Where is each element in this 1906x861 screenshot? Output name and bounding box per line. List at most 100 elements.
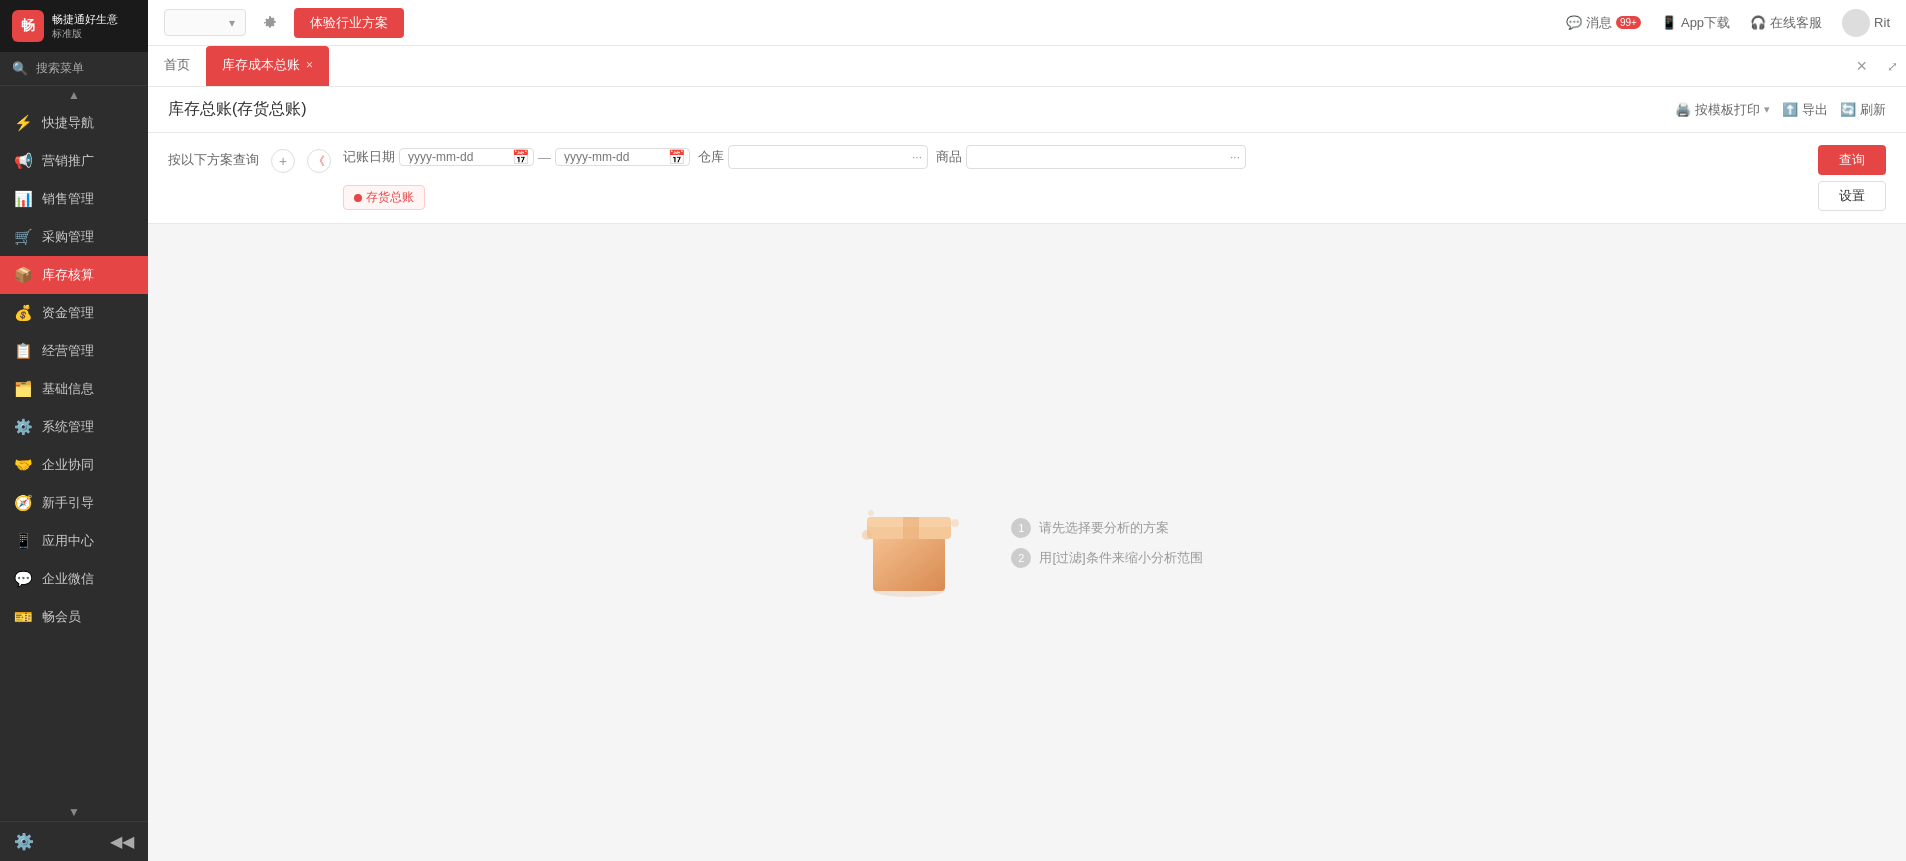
refresh-icon: 🔄 <box>1840 102 1856 117</box>
sidebar-item-marketing[interactable]: 📢 营销推广 <box>0 142 148 180</box>
tab-home[interactable]: 首页 <box>148 46 206 86</box>
basic-icon: 🗂️ <box>14 380 32 398</box>
sidebar-item-label: 库存核算 <box>42 266 94 284</box>
system-icon: ⚙️ <box>14 418 32 436</box>
settings-action-btn[interactable]: 设置 <box>1818 181 1886 211</box>
sidebar-bottom: ⚙️ ◀◀ <box>0 821 148 861</box>
scheme-tag-label: 存货总账 <box>366 189 414 206</box>
sidebar-item-operations[interactable]: 📋 经营管理 <box>0 332 148 370</box>
search-icon: 🔍 <box>12 61 28 76</box>
online-service-label: 在线客服 <box>1770 14 1822 32</box>
scroll-up-arrow[interactable]: ▲ <box>68 88 80 102</box>
calendar-from-icon[interactable]: 📅 <box>512 149 529 165</box>
app-download-btn[interactable]: 📱 App下载 <box>1661 14 1730 32</box>
message-badge: 99+ <box>1616 16 1641 29</box>
topbar-settings-btn[interactable] <box>254 7 286 39</box>
svg-rect-5 <box>903 517 919 539</box>
sidebar-item-quick-nav[interactable]: ⚡ 快捷导航 <box>0 104 148 142</box>
date-from-wrapper: 📅 <box>399 148 534 166</box>
sidebar-item-finance[interactable]: 💰 资金管理 <box>0 294 148 332</box>
dropdown-arrow-icon: ▾ <box>229 16 235 30</box>
sidebar-search[interactable]: 🔍 搜索菜单 <box>0 52 148 86</box>
date-label: 记账日期 <box>343 148 395 166</box>
print-icon: 🖨️ <box>1675 102 1691 117</box>
user-name: Rit <box>1874 15 1890 30</box>
avatar <box>1842 9 1870 37</box>
sidebar-item-label: 营销推广 <box>42 152 94 170</box>
finance-icon: 💰 <box>14 304 32 322</box>
apps-icon: 📱 <box>14 532 32 550</box>
sidebar-item-inventory[interactable]: 📦 库存核算 <box>0 256 148 294</box>
settings-icon[interactable]: ⚙️ <box>14 832 34 851</box>
wechat-icon: 💬 <box>14 570 32 588</box>
topbar-right: 💬 消息 99+ 📱 App下载 🎧 在线客服 Rit <box>1566 9 1890 37</box>
svg-point-8 <box>868 510 874 516</box>
sidebar-nav: ⚡ 快捷导航 📢 营销推广 📊 销售管理 🛒 采购管理 📦 库存核算 💰 资金管… <box>0 104 148 803</box>
sidebar-item-label: 基础信息 <box>42 380 94 398</box>
calendar-to-icon[interactable]: 📅 <box>668 149 685 165</box>
tab-close-btn[interactable]: × <box>306 58 313 72</box>
resize-btn[interactable]: ⤢ <box>1879 59 1906 74</box>
empty-hint: 1 请先选择要分析的方案 2 用[过滤]条件来缩小分析范围 <box>1011 518 1202 568</box>
page-title: 库存总账(存货总账) <box>168 99 307 120</box>
print-btn[interactable]: 🖨️ 按模板打印 ▾ <box>1675 101 1770 119</box>
empty-state: 1 请先选择要分析的方案 2 用[过滤]条件来缩小分析范围 <box>148 224 1906 861</box>
sidebar-item-purchase[interactable]: 🛒 采购管理 <box>0 218 148 256</box>
sidebar-item-apps[interactable]: 📱 应用中心 <box>0 522 148 560</box>
industry-btn[interactable]: 体验行业方案 <box>294 8 404 38</box>
filter-collapse-btn[interactable]: 《 <box>307 149 331 173</box>
membership-icon: 🎫 <box>14 608 32 626</box>
user-area[interactable]: Rit <box>1842 9 1890 37</box>
goods-input[interactable] <box>966 145 1246 169</box>
sidebar-item-wechat[interactable]: 💬 企业微信 <box>0 560 148 598</box>
warehouse-input[interactable] <box>728 145 928 169</box>
sidebar-item-newbie[interactable]: 🧭 新手引导 <box>0 484 148 522</box>
empty-svg <box>851 483 971 603</box>
hint-text-2: 用[过滤]条件来缩小分析范围 <box>1039 549 1202 567</box>
tab-inventory-ledger[interactable]: 库存成本总账 × <box>206 46 329 86</box>
export-icon: ⬆️ <box>1782 102 1798 117</box>
sales-icon: 📊 <box>14 190 32 208</box>
filter-row: 记账日期 📅 — 📅 仓库 <box>343 145 1246 169</box>
sidebar-logo: 畅 畅捷通好生意 标准版 <box>0 0 148 52</box>
date-from-input[interactable] <box>408 150 508 164</box>
sidebar-item-label: 经营管理 <box>42 342 94 360</box>
export-label: 导出 <box>1802 101 1828 119</box>
sidebar-item-system[interactable]: ⚙️ 系统管理 <box>0 408 148 446</box>
hint-num-1: 1 <box>1011 518 1031 538</box>
message-btn[interactable]: 💬 消息 99+ <box>1566 14 1641 32</box>
export-btn[interactable]: ⬆️ 导出 <box>1782 101 1828 119</box>
sidebar-item-sales[interactable]: 📊 销售管理 <box>0 180 148 218</box>
sidebar-item-label: 资金管理 <box>42 304 94 322</box>
sidebar: 畅 畅捷通好生意 标准版 🔍 搜索菜单 ▲ ⚡ 快捷导航 📢 营销推广 📊 销售… <box>0 0 148 861</box>
topbar-dropdown[interactable]: ▾ <box>164 9 246 36</box>
sidebar-item-label: 采购管理 <box>42 228 94 246</box>
purchase-icon: 🛒 <box>14 228 32 246</box>
tabs-bar: 首页 库存成本总账 × × ⤢ <box>148 46 1906 87</box>
close-panel-btn[interactable]: × <box>1844 56 1879 77</box>
collapse-icon[interactable]: ◀◀ <box>110 832 134 851</box>
goods-select-wrapper <box>966 145 1246 169</box>
hint-item-2: 2 用[过滤]条件来缩小分析范围 <box>1011 548 1202 568</box>
filter-add-btn[interactable]: + <box>271 149 295 173</box>
scroll-down-arrow[interactable]: ▼ <box>68 805 80 819</box>
sidebar-item-label: 畅会员 <box>42 608 81 626</box>
sidebar-item-basic[interactable]: 🗂️ 基础信息 <box>0 370 148 408</box>
page-header: 库存总账(存货总账) 🖨️ 按模板打印 ▾ ⬆️ 导出 🔄 刷新 <box>148 87 1906 133</box>
date-to-input[interactable] <box>564 150 664 164</box>
quick-nav-icon: ⚡ <box>14 114 32 132</box>
warehouse-filter-field: 仓库 <box>698 145 928 169</box>
query-btn[interactable]: 查询 <box>1818 145 1886 175</box>
refresh-btn[interactable]: 🔄 刷新 <box>1840 101 1886 119</box>
sidebar-item-membership[interactable]: 🎫 畅会员 <box>0 598 148 636</box>
scheme-tag[interactable]: 存货总账 <box>343 185 425 210</box>
action-buttons: 查询 设置 <box>1818 145 1886 211</box>
sidebar-item-enterprise[interactable]: 🤝 企业协同 <box>0 446 148 484</box>
sidebar-item-label: 销售管理 <box>42 190 94 208</box>
svg-point-7 <box>951 519 959 527</box>
tab-label: 库存成本总账 <box>222 56 300 74</box>
online-service-btn[interactable]: 🎧 在线客服 <box>1750 14 1822 32</box>
print-arrow-icon: ▾ <box>1764 103 1770 116</box>
message-label: 消息 <box>1586 14 1612 32</box>
newbie-icon: 🧭 <box>14 494 32 512</box>
